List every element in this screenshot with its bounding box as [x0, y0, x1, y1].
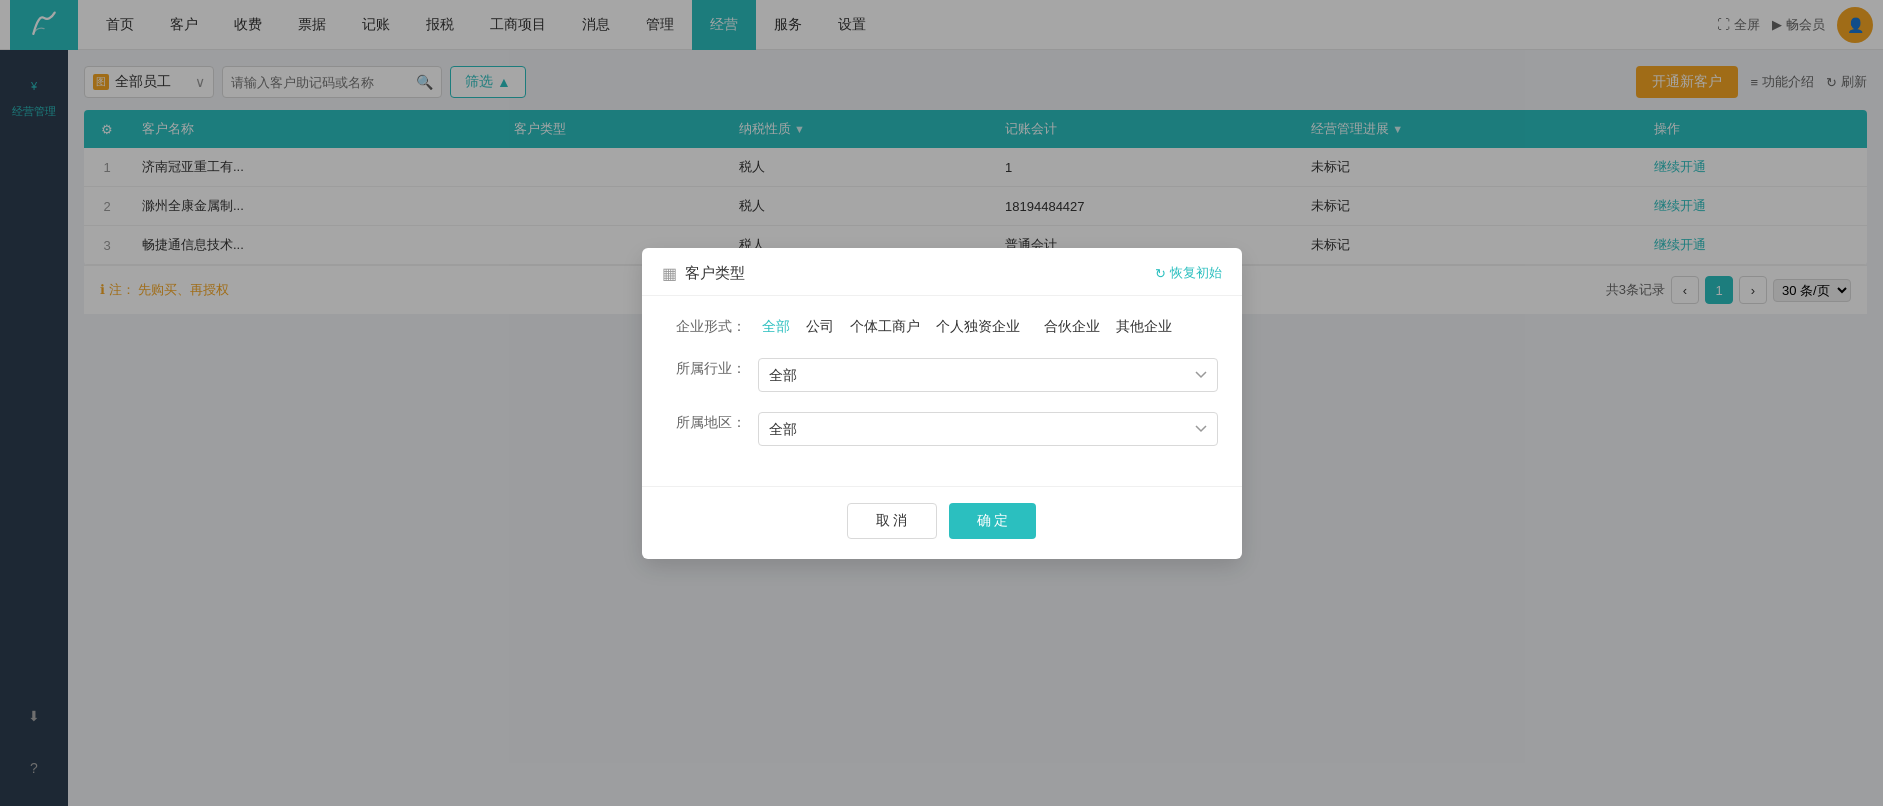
modal-overlay[interactable]: ▦ 客户类型 ↻ 恢复初始 企业形式： 全部 公司 个体工商户 个人独资企业 合… — [0, 0, 1883, 806]
modal-title-text: 客户类型 — [685, 264, 745, 283]
enterprise-option-other[interactable]: 其他企业 — [1112, 316, 1176, 338]
enterprise-option-all[interactable]: 全部 — [758, 316, 794, 338]
reset-label: 恢复初始 — [1170, 264, 1222, 282]
region-row: 所属地区： 全部 — [666, 412, 1218, 446]
region-select-wrap: 全部 — [758, 412, 1218, 446]
cancel-button[interactable]: 取 消 — [847, 503, 937, 539]
confirm-button[interactable]: 确 定 — [949, 503, 1037, 539]
enterprise-option-company[interactable]: 公司 — [802, 316, 838, 338]
reset-icon: ↻ — [1155, 266, 1166, 281]
filter-modal: ▦ 客户类型 ↻ 恢复初始 企业形式： 全部 公司 个体工商户 个人独资企业 合… — [642, 248, 1242, 559]
region-label: 所属地区： — [666, 412, 746, 432]
modal-reset-button[interactable]: ↻ 恢复初始 — [1155, 264, 1222, 282]
industry-label: 所属行业： — [666, 358, 746, 378]
enterprise-option-sole-prop[interactable]: 个人独资企业 — [932, 316, 1024, 338]
industry-select[interactable]: 全部 — [758, 358, 1218, 392]
modal-title-icon: ▦ — [662, 264, 677, 283]
modal-title: ▦ 客户类型 — [662, 264, 745, 283]
modal-header: ▦ 客户类型 ↻ 恢复初始 — [642, 248, 1242, 296]
industry-select-wrap: 全部 — [758, 358, 1218, 392]
enterprise-form-options: 全部 公司 个体工商户 个人独资企业 合伙企业 其他企业 — [758, 316, 1218, 338]
enterprise-option-partnership[interactable]: 合伙企业 — [1040, 316, 1104, 338]
modal-footer: 取 消 确 定 — [642, 486, 1242, 559]
industry-row: 所属行业： 全部 — [666, 358, 1218, 392]
modal-body: 企业形式： 全部 公司 个体工商户 个人独资企业 合伙企业 其他企业 所属行业：… — [642, 296, 1242, 486]
enterprise-option-sole[interactable]: 个体工商户 — [846, 316, 924, 338]
enterprise-form-label: 企业形式： — [666, 316, 746, 336]
region-select[interactable]: 全部 — [758, 412, 1218, 446]
enterprise-form-row: 企业形式： 全部 公司 个体工商户 个人独资企业 合伙企业 其他企业 — [666, 316, 1218, 338]
